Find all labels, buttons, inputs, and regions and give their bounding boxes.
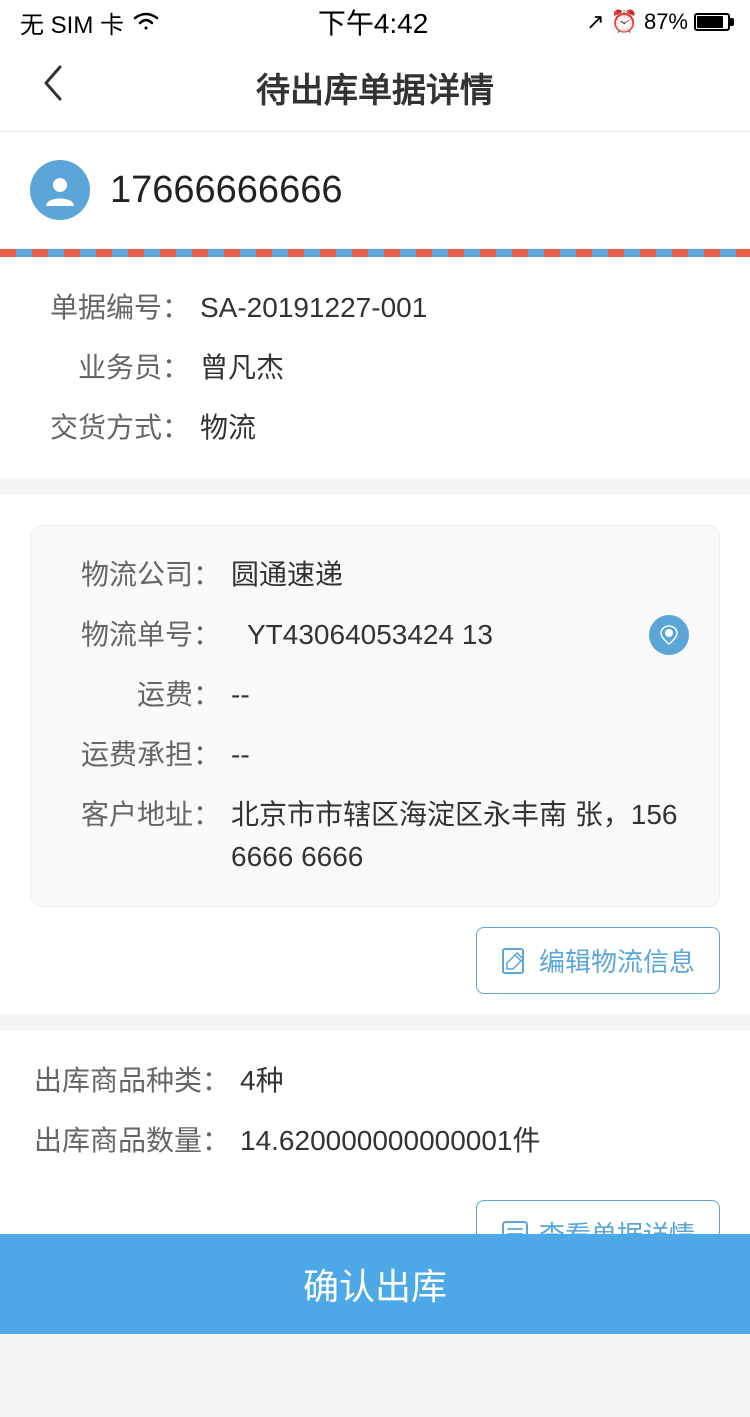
order-number-value: SA-20191227-001 [200, 287, 720, 329]
alarm-icon: ⏰ [611, 9, 638, 35]
logistics-company-value: 圆通速递 [231, 554, 689, 596]
tracking-value: YT43064053424 13 [247, 614, 621, 656]
battery-icon [694, 13, 730, 31]
user-card: 17666666666 [0, 132, 750, 249]
logistics-card: 物流公司： 圆通速递 物流单号： YT43064053424 13 运费： --… [30, 525, 720, 907]
logistics-section: 物流公司： 圆通速递 物流单号： YT43064053424 13 运费： --… [0, 495, 750, 1014]
edit-logistics-label: 编辑物流信息 [539, 942, 695, 979]
confirm-outbound-button[interactable]: 确认出库 [0, 1234, 750, 1334]
order-number-row: 单据编号： SA-20191227-001 [30, 287, 720, 329]
page-content: 17666666666 单据编号： SA-20191227-001 业务员： 曾… [0, 132, 750, 1417]
order-info-section: 单据编号： SA-20191227-001 业务员： 曾凡杰 交货方式： 物流 [0, 257, 750, 479]
address-label: 客户地址： [61, 794, 221, 836]
logistics-company-label: 物流公司： [61, 554, 221, 596]
goods-types-label: 出库商品种类： [30, 1060, 230, 1102]
freight-bearer-value: -- [231, 734, 689, 776]
avatar [30, 160, 90, 220]
location-status-icon: ↗ [586, 9, 604, 35]
goods-quantity-row: 出库商品数量： 14.620000000000001件 [30, 1120, 720, 1162]
edit-logistics-button[interactable]: 编辑物流信息 [476, 927, 720, 994]
tracking-row: 物流单号： YT43064053424 13 [61, 614, 689, 656]
status-time: 下午4:42 [318, 2, 429, 42]
page-title: 待出库单据详情 [256, 63, 494, 112]
freight-bearer-row: 运费承担： -- [61, 734, 689, 776]
tracking-label: 物流单号： [61, 614, 221, 656]
status-carrier: 无 SIM 卡 [20, 5, 160, 40]
goods-types-value: 4种 [240, 1060, 720, 1102]
confirm-outbound-label: 确认出库 [303, 1258, 447, 1310]
back-button[interactable] [30, 53, 74, 122]
logistics-company-row: 物流公司： 圆通速递 [61, 554, 689, 596]
address-value: 北京市市辖区海淀区永丰南 张，156 6666 6666 [231, 794, 689, 878]
edit-icon [501, 947, 529, 975]
delivery-row: 交货方式： 物流 [30, 407, 720, 449]
salesman-label: 业务员： [30, 347, 190, 389]
dashed-divider [0, 249, 750, 257]
freight-bearer-label: 运费承担： [61, 734, 221, 776]
salesman-value: 曾凡杰 [200, 347, 720, 389]
delivery-label: 交货方式： [30, 407, 190, 449]
battery-percent: 87% [644, 9, 688, 35]
goods-types-row: 出库商品种类： 4种 [30, 1060, 720, 1102]
status-bar: 无 SIM 卡 下午4:42 ↗ ⏰ 87% [0, 0, 750, 44]
order-number-label: 单据编号： [30, 287, 190, 329]
goods-quantity-label: 出库商品数量： [30, 1120, 230, 1162]
address-row: 客户地址： 北京市市辖区海淀区永丰南 张，156 6666 6666 [61, 794, 689, 878]
freight-row: 运费： -- [61, 674, 689, 716]
section-divider [0, 1014, 750, 1030]
carrier-text: 无 SIM 卡 [20, 5, 124, 40]
salesman-row: 业务员： 曾凡杰 [30, 347, 720, 389]
user-phone: 17666666666 [110, 169, 342, 212]
delivery-value: 物流 [200, 407, 720, 449]
edit-btn-row: 编辑物流信息 [30, 927, 720, 994]
status-right: ↗ ⏰ 87% [586, 9, 730, 35]
location-icon[interactable] [649, 615, 689, 655]
freight-label: 运费： [61, 674, 221, 716]
nav-bar: 待出库单据详情 [0, 44, 750, 132]
goods-quantity-value: 14.620000000000001件 [240, 1120, 720, 1162]
wifi-icon [132, 12, 160, 32]
freight-value: -- [231, 674, 689, 716]
